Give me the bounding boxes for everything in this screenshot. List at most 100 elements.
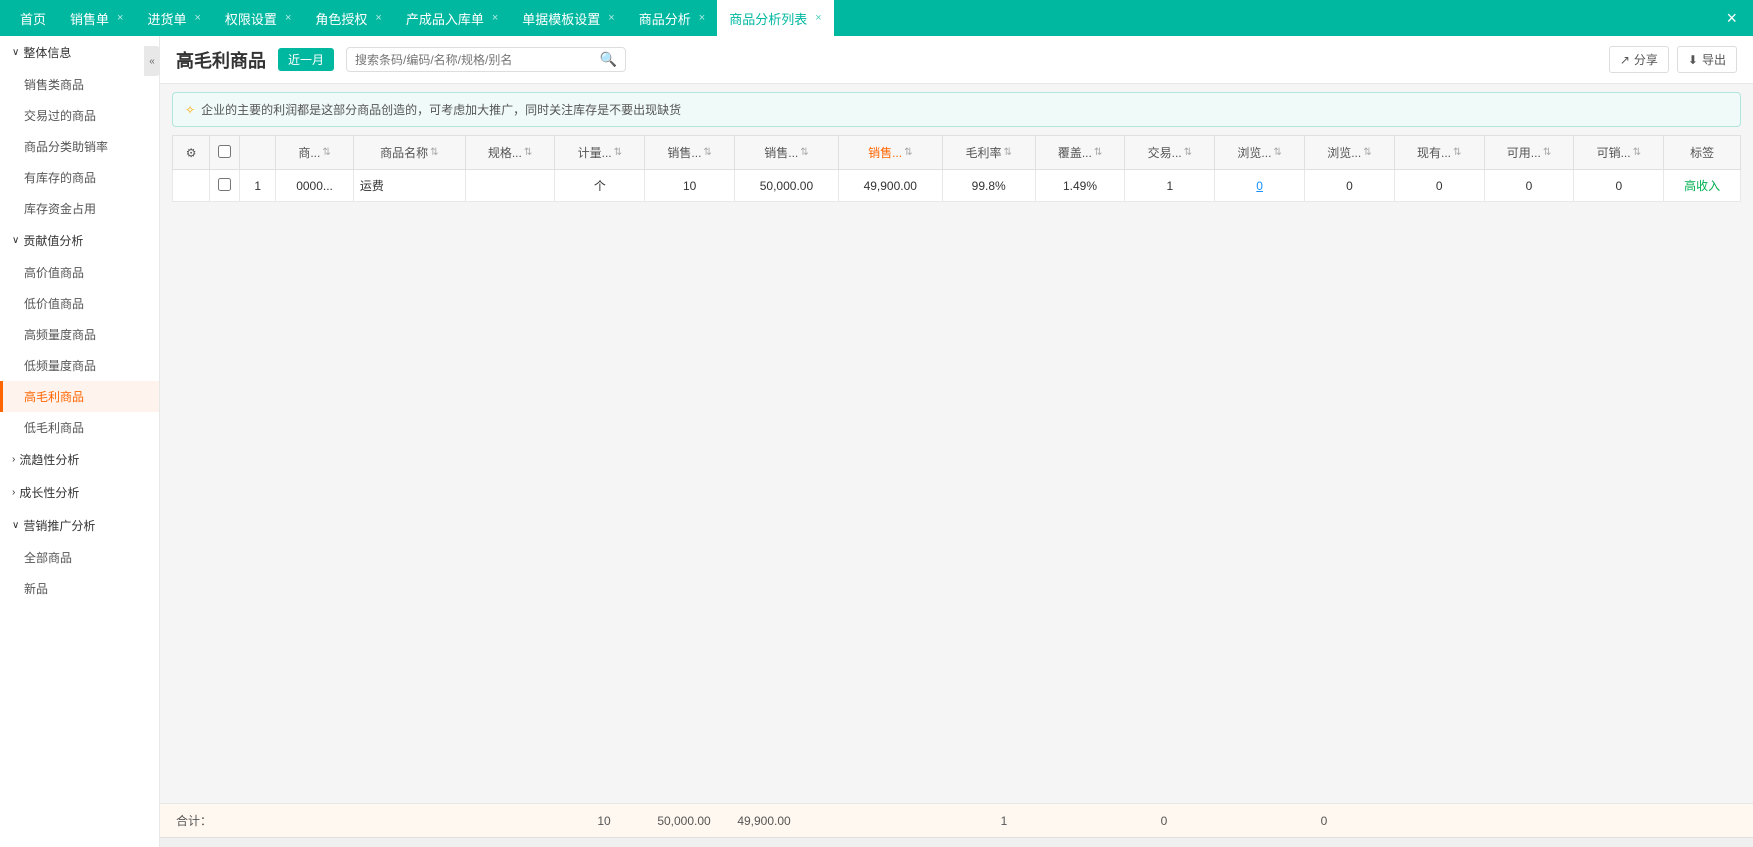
nav-tab-products-label: 产成品入库单: [406, 9, 484, 28]
nav-tab-analysis-list-close[interactable]: ×: [815, 12, 821, 24]
sort-code-icon[interactable]: ⇅: [322, 147, 330, 158]
group-financial-label: 贡献值分析: [23, 232, 83, 249]
sort-browse1-icon[interactable]: ⇅: [1273, 147, 1281, 158]
sidebar-item-low-value[interactable]: 低价值商品: [0, 288, 159, 319]
col-coverage: 覆盖... ⇅: [1035, 136, 1125, 170]
select-all-checkbox[interactable]: [218, 145, 231, 158]
sidebar-item-sales-goods[interactable]: 销售类商品: [0, 69, 159, 100]
cell-sales-amount: 50,000.00: [735, 170, 839, 202]
table-wrapper[interactable]: ⚙ 商... ⇅: [160, 135, 1753, 803]
search-input[interactable]: [355, 53, 600, 67]
group-trend-arrow: ›: [12, 454, 15, 465]
nav-tab-template-close[interactable]: ×: [608, 12, 614, 24]
search-box: 🔍: [346, 47, 626, 72]
sidebar-item-low-freq[interactable]: 低频量度商品: [0, 350, 159, 381]
share-button[interactable]: ↗ 分享: [1609, 46, 1669, 73]
sort-transaction-icon[interactable]: ⇅: [1184, 147, 1192, 158]
sidebar-item-new-goods[interactable]: 新品: [0, 573, 159, 604]
settings-icon: ⚙: [186, 146, 197, 160]
sort-unit-icon[interactable]: ⇅: [614, 147, 622, 158]
footer-browse2: 0: [1124, 814, 1204, 828]
info-bar: ✧ 企业的主要的利润都是这部分商品创造的，可考虑加大推广，同时关注库存是不要出现…: [172, 92, 1741, 127]
nav-tab-sales-close[interactable]: ×: [117, 12, 123, 24]
main-layout: « ∨ 整体信息 销售类商品 交易过的商品 商品分类助销率 有库存的商品 库存资…: [0, 36, 1753, 847]
nav-tab-sales[interactable]: 销售单 ×: [58, 0, 135, 36]
export-button[interactable]: ⬇ 导出: [1677, 46, 1737, 73]
row-checkbox[interactable]: [218, 178, 231, 191]
footer-label: 合计：: [176, 812, 212, 829]
sidebar-item-stock-occupy[interactable]: 库存资金占用: [0, 193, 159, 224]
footer-cell-blank10: [1364, 814, 1444, 828]
sort-sales-profit-icon[interactable]: ⇅: [904, 147, 912, 158]
close-all-tabs[interactable]: ×: [1718, 8, 1745, 29]
cell-unit: 个: [555, 170, 645, 202]
nav-tab-permissions-close[interactable]: ×: [285, 12, 291, 24]
nav-tab-purchase-close[interactable]: ×: [194, 12, 200, 24]
nav-tab-purchase-label: 进货单: [147, 9, 186, 28]
sidebar-item-high-value[interactable]: 高价值商品: [0, 257, 159, 288]
footer-sales-profit: 49,900.00: [724, 814, 804, 828]
col-saleable: 可销... ⇅: [1574, 136, 1664, 170]
group-marketing-arrow: ∨: [12, 520, 19, 531]
cell-name: 运费: [353, 170, 465, 202]
nav-tab-products-close[interactable]: ×: [492, 12, 498, 24]
bottom-scrollbar[interactable]: [160, 837, 1753, 847]
table-row: 1 0000... 运费 个 10 50,000.00 49,900.00 99…: [173, 170, 1741, 202]
col-transaction: 交易... ⇅: [1125, 136, 1215, 170]
sidebar-item-all-goods[interactable]: 全部商品: [0, 542, 159, 573]
share-icon: ↗: [1620, 53, 1630, 67]
nav-tab-purchase[interactable]: 进货单 ×: [135, 0, 212, 36]
sidebar-collapse-btn[interactable]: «: [144, 46, 160, 76]
footer-sales-amount: 50,000.00: [644, 814, 724, 828]
export-icon: ⬇: [1688, 53, 1698, 67]
sort-stock-icon[interactable]: ⇅: [1453, 147, 1461, 158]
sort-available-icon[interactable]: ⇅: [1543, 147, 1551, 158]
nav-tab-home[interactable]: 首页: [8, 0, 58, 36]
footer-sales-qty: 10: [564, 814, 644, 828]
nav-tab-analysis[interactable]: 商品分析 ×: [627, 0, 717, 36]
content-header: 高毛利商品 近一月 🔍 ↗ 分享 ⬇ 导出: [160, 36, 1753, 84]
sort-sales-qty-icon[interactable]: ⇅: [703, 147, 711, 158]
footer-cell-blank1: [228, 814, 288, 828]
col-settings[interactable]: ⚙: [173, 136, 210, 170]
sidebar-item-category-help[interactable]: 商品分类助销率: [0, 131, 159, 162]
nav-tab-roles-close[interactable]: ×: [375, 12, 381, 24]
sidebar-item-high-margin[interactable]: 高毛利商品: [0, 381, 159, 412]
sort-saleable-icon[interactable]: ⇅: [1633, 147, 1641, 158]
col-unit: 计量... ⇅: [555, 136, 645, 170]
sidebar-group-marketing[interactable]: ∨ 营销推广分析: [0, 509, 159, 542]
sidebar-group-financial[interactable]: ∨ 贡献值分析: [0, 224, 159, 257]
sidebar-item-high-freq[interactable]: 高频量度商品: [0, 319, 159, 350]
nav-tab-analysis-close[interactable]: ×: [699, 12, 705, 24]
cell-browse1[interactable]: 0: [1215, 170, 1305, 202]
col-sales-qty: 销售... ⇅: [645, 136, 735, 170]
sort-sales-amount-icon[interactable]: ⇅: [800, 147, 808, 158]
nav-tab-roles[interactable]: 角色授权 ×: [303, 0, 393, 36]
search-icon[interactable]: 🔍: [600, 51, 617, 68]
nav-tab-products[interactable]: 产成品入库单 ×: [394, 0, 510, 36]
sidebar-group-growth[interactable]: › 成长性分析: [0, 476, 159, 509]
col-checkbox: [210, 136, 240, 170]
footer-cell-blank7: [884, 814, 964, 828]
sidebar-item-low-margin[interactable]: 低毛利商品: [0, 412, 159, 443]
nav-tab-template[interactable]: 单据模板设置 ×: [510, 0, 626, 36]
nav-tab-permissions[interactable]: 权限设置 ×: [213, 0, 303, 36]
sort-margin-icon[interactable]: ⇅: [1003, 147, 1011, 158]
cell-tag: 高收入: [1664, 170, 1741, 202]
group-growth-arrow: ›: [12, 487, 15, 498]
sidebar-item-stocked-goods[interactable]: 有库存的商品: [0, 162, 159, 193]
col-browse2: 浏览... ⇅: [1305, 136, 1395, 170]
period-button[interactable]: 近一月: [278, 48, 334, 71]
sort-browse2-icon[interactable]: ⇅: [1363, 147, 1371, 158]
nav-tab-analysis-list[interactable]: 商品分析列表 ×: [717, 0, 833, 36]
sort-name-icon[interactable]: ⇅: [430, 147, 438, 158]
cell-browse2: 0: [1305, 170, 1395, 202]
group-financial-arrow: ∨: [12, 235, 19, 246]
sort-coverage-icon[interactable]: ⇅: [1094, 147, 1102, 158]
sidebar-item-traded-goods[interactable]: 交易过的商品: [0, 100, 159, 131]
sidebar-group-overall[interactable]: ∨ 整体信息: [0, 36, 159, 69]
sort-spec-icon[interactable]: ⇅: [524, 147, 532, 158]
cell-current-stock: 0: [1394, 170, 1484, 202]
sidebar-group-trend[interactable]: › 流趋性分析: [0, 443, 159, 476]
cell-settings: [173, 170, 210, 202]
